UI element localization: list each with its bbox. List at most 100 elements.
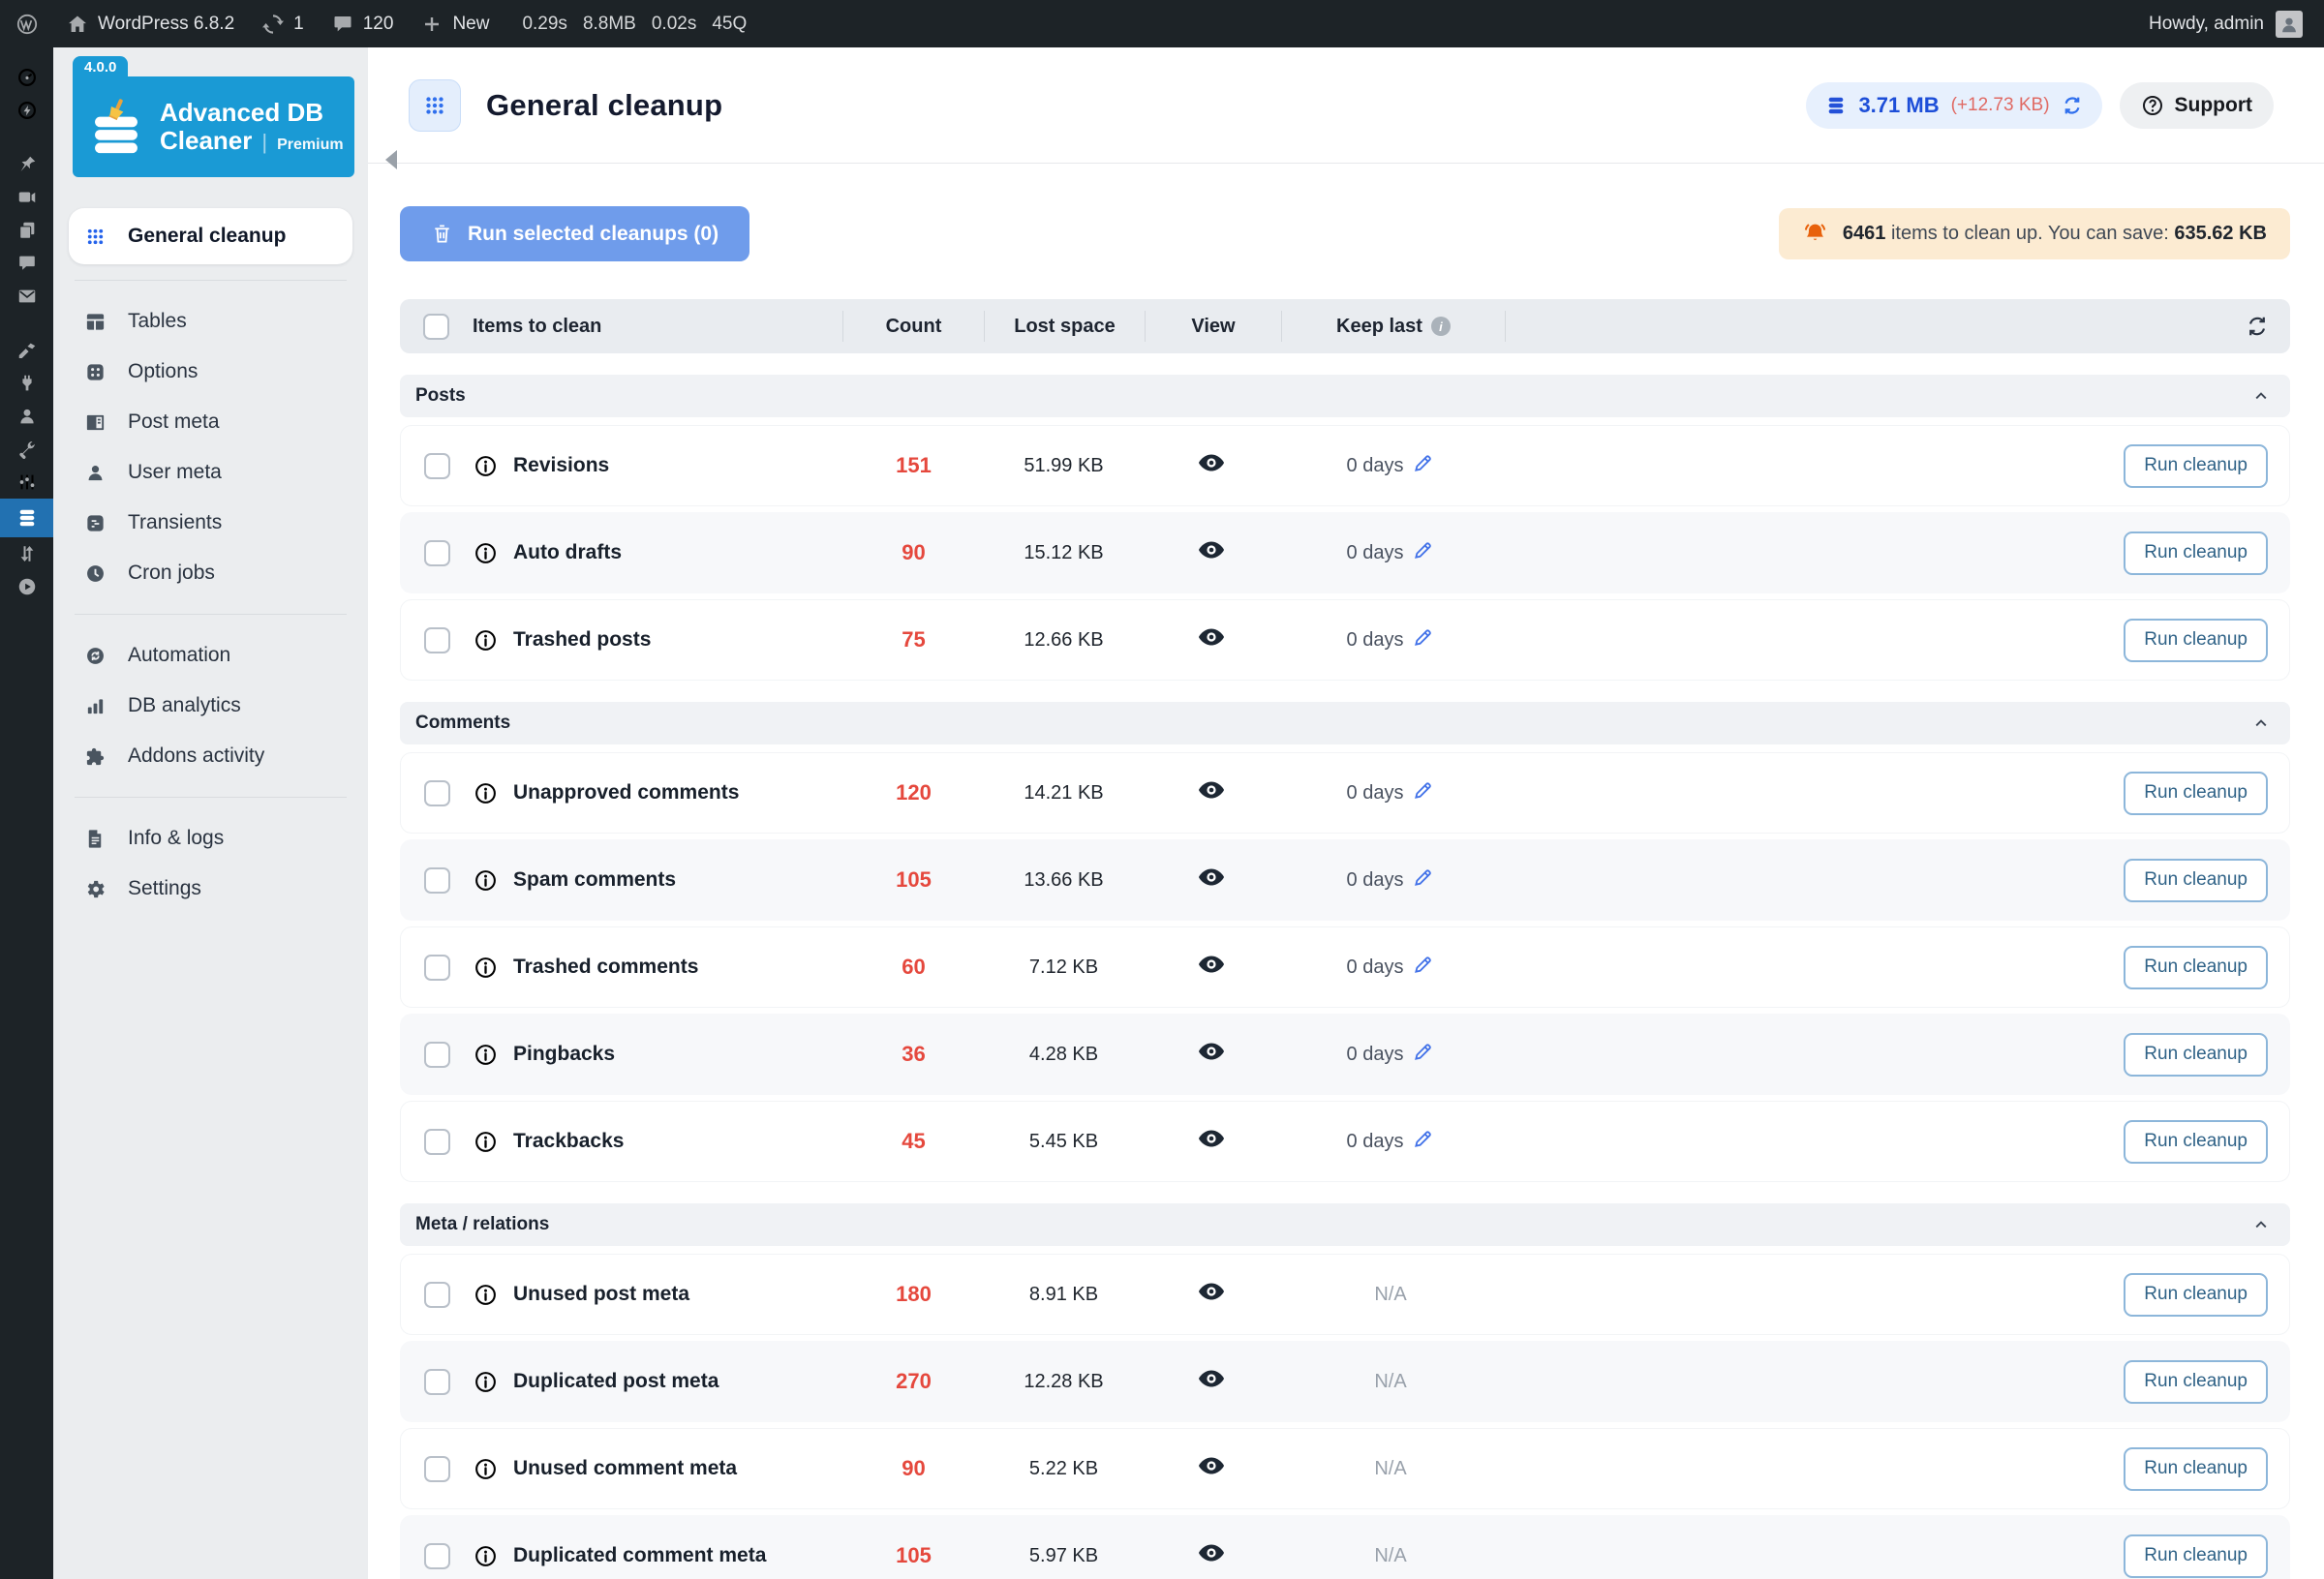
- query-monitor-stats[interactable]: 0.29s 8.8MB 0.02s 45Q: [522, 14, 747, 35]
- run-cleanup-button[interactable]: Run cleanup: [2124, 1273, 2268, 1317]
- rail-item-play[interactable]: [0, 570, 53, 603]
- row-checkbox[interactable]: [424, 1456, 450, 1482]
- sidebar-item-addons-activity[interactable]: Addons activity: [53, 731, 368, 781]
- sidebar-item-user-meta[interactable]: User meta: [53, 447, 368, 498]
- run-cleanup-button[interactable]: Run cleanup: [2124, 1534, 2268, 1578]
- row-checkbox[interactable]: [424, 1369, 450, 1395]
- run-cleanup-button[interactable]: Run cleanup: [2124, 1033, 2268, 1077]
- view-eye-icon[interactable]: [1196, 451, 1227, 480]
- edit-pencil-icon[interactable]: [1412, 866, 1434, 895]
- edit-pencil-icon[interactable]: [1412, 452, 1434, 480]
- edit-pencil-icon[interactable]: [1412, 1128, 1434, 1156]
- site-link[interactable]: WordPress 6.8.2: [66, 13, 234, 36]
- rail-item-dashboard[interactable]: [0, 61, 53, 94]
- avatar[interactable]: [2276, 11, 2303, 38]
- refresh-table-icon[interactable]: [2246, 315, 2269, 338]
- run-cleanup-button[interactable]: Run cleanup: [2124, 1360, 2268, 1404]
- updates-indicator[interactable]: 1: [261, 13, 304, 36]
- view-eye-icon[interactable]: [1196, 865, 1227, 895]
- rail-item-wrench[interactable]: [0, 433, 53, 466]
- sidebar-item-post-meta[interactable]: Post meta: [53, 397, 368, 447]
- sidebar-item-info-logs[interactable]: Info & logs: [53, 813, 368, 864]
- sidebar-item-cron-jobs[interactable]: Cron jobs: [53, 548, 368, 598]
- row-checkbox[interactable]: [424, 867, 450, 894]
- row-checkbox[interactable]: [424, 780, 450, 806]
- info-icon[interactable]: [474, 956, 498, 980]
- edit-pencil-icon[interactable]: [1412, 539, 1434, 567]
- view-eye-icon[interactable]: [1196, 538, 1227, 567]
- run-cleanup-button[interactable]: Run cleanup: [2124, 946, 2268, 989]
- row-checkbox[interactable]: [424, 1282, 450, 1308]
- info-icon[interactable]: [474, 1457, 498, 1481]
- run-cleanup-button[interactable]: Run cleanup: [2124, 619, 2268, 662]
- rail-item-media[interactable]: [0, 181, 53, 214]
- info-icon[interactable]: [474, 1130, 498, 1154]
- plugin-brand[interactable]: Advanced DB Cleaner | Premium: [73, 76, 354, 177]
- row-checkbox[interactable]: [424, 1129, 450, 1155]
- support-button[interactable]: Support: [2120, 82, 2274, 129]
- info-icon[interactable]: [474, 1283, 498, 1307]
- run-cleanup-button[interactable]: Run cleanup: [2124, 531, 2268, 575]
- rail-item-comments[interactable]: [0, 247, 53, 280]
- info-icon[interactable]: [474, 628, 498, 653]
- comments-indicator[interactable]: 120: [331, 13, 394, 36]
- info-icon[interactable]: [474, 1043, 498, 1067]
- rail-item-mail[interactable]: [0, 280, 53, 313]
- info-icon[interactable]: [474, 781, 498, 805]
- edit-pencil-icon[interactable]: [1412, 626, 1434, 654]
- edit-pencil-icon[interactable]: [1412, 1041, 1434, 1069]
- wordpress-logo-icon[interactable]: [15, 13, 39, 36]
- info-icon[interactable]: [474, 868, 498, 893]
- view-eye-icon[interactable]: [1196, 953, 1227, 982]
- section-header-comments[interactable]: Comments: [400, 702, 2290, 744]
- rail-item-tools[interactable]: [0, 334, 53, 367]
- run-selected-cleanups-button[interactable]: Run selected cleanups (0): [400, 206, 749, 261]
- refresh-db-size-icon[interactable]: [2062, 95, 2083, 116]
- view-eye-icon[interactable]: [1196, 778, 1227, 807]
- sidebar-item-options[interactable]: Options: [53, 347, 368, 397]
- row-checkbox[interactable]: [424, 540, 450, 566]
- rail-item-sliders[interactable]: [0, 466, 53, 499]
- view-eye-icon[interactable]: [1196, 1280, 1227, 1309]
- rail-item-bolt[interactable]: [0, 94, 53, 127]
- howdy-label[interactable]: Howdy, admin: [2149, 14, 2264, 35]
- section-header-meta-relations[interactable]: Meta / relations: [400, 1203, 2290, 1246]
- sidebar-item-automation[interactable]: Automation: [53, 630, 368, 681]
- view-eye-icon[interactable]: [1196, 1367, 1227, 1396]
- info-icon[interactable]: [474, 454, 498, 478]
- sidebar-item-general-cleanup[interactable]: General cleanup: [69, 208, 352, 264]
- rail-item-sync[interactable]: [0, 537, 53, 570]
- edit-pencil-icon[interactable]: [1412, 954, 1434, 982]
- edit-pencil-icon[interactable]: [1412, 779, 1434, 807]
- row-checkbox[interactable]: [424, 1042, 450, 1068]
- rail-item-database[interactable]: [0, 499, 53, 537]
- info-icon[interactable]: [474, 1370, 498, 1394]
- new-menu[interactable]: New: [420, 13, 489, 36]
- row-checkbox[interactable]: [424, 627, 450, 653]
- view-eye-icon[interactable]: [1196, 1040, 1227, 1069]
- keep-last-info-icon[interactable]: i: [1431, 317, 1451, 336]
- run-cleanup-button[interactable]: Run cleanup: [2124, 444, 2268, 488]
- row-checkbox[interactable]: [424, 955, 450, 981]
- rail-item-plug[interactable]: [0, 367, 53, 400]
- sidebar-item-db-analytics[interactable]: DB analytics: [53, 681, 368, 731]
- run-cleanup-button[interactable]: Run cleanup: [2124, 1120, 2268, 1164]
- sidebar-item-tables[interactable]: Tables: [53, 296, 368, 347]
- info-icon[interactable]: [474, 1544, 498, 1568]
- run-cleanup-button[interactable]: Run cleanup: [2124, 859, 2268, 902]
- sidebar-item-settings[interactable]: Settings: [53, 864, 368, 914]
- db-size-pill[interactable]: 3.71 MB (+12.73 KB): [1806, 82, 2101, 129]
- info-icon[interactable]: [474, 541, 498, 565]
- run-cleanup-button[interactable]: Run cleanup: [2124, 1447, 2268, 1491]
- select-all-checkbox[interactable]: [423, 314, 449, 340]
- view-eye-icon[interactable]: [1196, 625, 1227, 654]
- run-cleanup-button[interactable]: Run cleanup: [2124, 772, 2268, 815]
- sidebar-item-transients[interactable]: Transients: [53, 498, 368, 548]
- view-eye-icon[interactable]: [1196, 1127, 1227, 1156]
- row-checkbox[interactable]: [424, 1543, 450, 1569]
- rail-item-users[interactable]: [0, 400, 53, 433]
- rail-item-pin[interactable]: [0, 148, 53, 181]
- section-header-posts[interactable]: Posts: [400, 375, 2290, 417]
- view-eye-icon[interactable]: [1196, 1541, 1227, 1570]
- view-eye-icon[interactable]: [1196, 1454, 1227, 1483]
